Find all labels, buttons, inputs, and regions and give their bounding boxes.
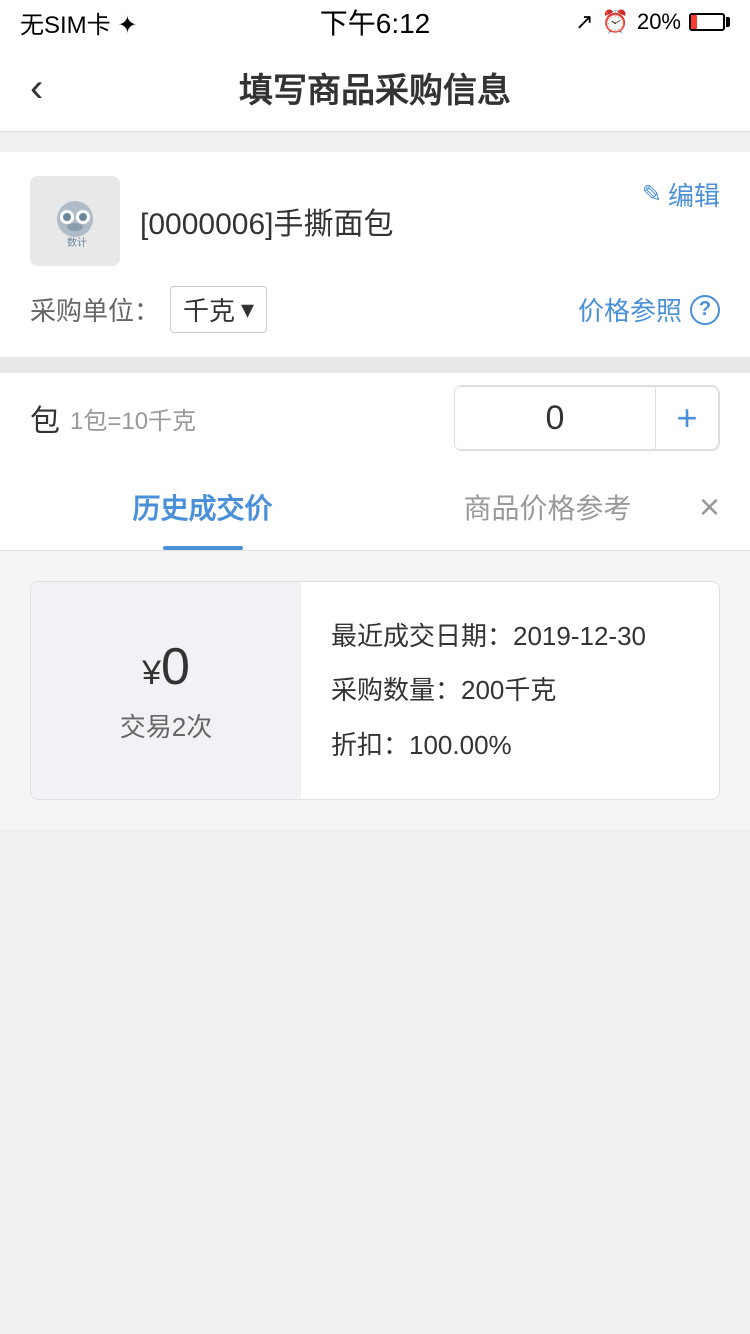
product-unit-row: 采购单位： 千克 ▾ 价格参照 ? (30, 286, 720, 333)
product-image: 数计 (30, 176, 120, 266)
product-name: [0000006]手撕面包 (140, 199, 393, 243)
purchase-quantity-row: 采购数量：200千克 (331, 672, 689, 708)
unit-select[interactable]: 千克 ▾ (170, 286, 267, 333)
qty-unit-conversion: 1包=10千克 (70, 401, 196, 436)
product-header: 数计 [0000006]手撕面包 ✎ 编辑 (30, 176, 720, 266)
recent-date-label: 最近成交日期： (331, 621, 513, 651)
product-card: 数计 [0000006]手撕面包 ✎ 编辑 采购单位： 千克 ▾ 价格参照 ? (0, 152, 750, 357)
status-time: 下午6:12 (320, 2, 431, 42)
qty-input[interactable] (455, 386, 655, 450)
quantity-row: 包 1包=10千克 + (0, 373, 750, 463)
carrier-text: 无SIM卡 ✦ (20, 5, 137, 40)
recent-date-value: 2019-12-30 (513, 621, 646, 651)
product-logo-icon: 数计 (45, 191, 105, 251)
battery-icon (689, 13, 730, 31)
trade-count: 交易2次 (120, 707, 212, 744)
discount-label: 折扣： (331, 730, 409, 760)
recent-date-row: 最近成交日期：2019-12-30 (331, 618, 689, 654)
history-price: ¥0 (142, 637, 190, 697)
tab-history-price[interactable]: 历史成交价 (30, 463, 375, 550)
unit-label: 采购单位： (30, 291, 160, 328)
location-icon: ↗ (575, 9, 593, 35)
tab-price-ref[interactable]: 商品价格参考 (375, 463, 720, 550)
alarm-icon: ⏰ (602, 9, 629, 35)
tab-price-ref-label: 商品价格参考 (463, 487, 631, 527)
qty-unit-info: 包 1包=10千克 (30, 396, 196, 440)
product-left: 数计 [0000006]手撕面包 (30, 176, 393, 266)
discount-row: 折扣：100.00% (331, 727, 689, 763)
edit-icon: ✎ (642, 180, 662, 209)
history-card-right: 最近成交日期：2019-12-30 采购数量：200千克 折扣：100.00% (301, 582, 719, 799)
yen-symbol: ¥ (142, 654, 161, 692)
status-left: 无SIM卡 ✦ (20, 5, 137, 40)
tab-underline (163, 546, 243, 550)
unit-value: 千克 (183, 291, 235, 328)
purchase-qty-label: 采购数量： (331, 675, 461, 705)
status-right: ↗ ⏰ 20% (575, 9, 730, 35)
battery-percent: 20% (637, 9, 681, 35)
back-button[interactable]: ‹ (30, 68, 43, 108)
page-title: 填写商品采购信息 (239, 63, 511, 112)
history-card: ¥0 交易2次 最近成交日期：2019-12-30 采购数量：200千克 折扣：… (30, 581, 720, 800)
purchase-qty-value: 200千克 (461, 675, 556, 705)
divider (0, 357, 750, 373)
qty-controls: + (454, 385, 720, 451)
svg-text:数计: 数计 (67, 236, 87, 249)
dropdown-arrow-icon: ▾ (241, 294, 254, 325)
tab-history-label: 历史成交价 (132, 487, 272, 527)
status-bar: 无SIM卡 ✦ 下午6:12 ↗ ⏰ 20% (0, 0, 750, 44)
nav-bar: ‹ 填写商品采购信息 (0, 44, 750, 132)
tabs-panel: 历史成交价 商品价格参考 × ¥0 交易2次 最近成交日期：2019-12-30… (0, 463, 750, 830)
history-content: ¥0 交易2次 最近成交日期：2019-12-30 采购数量：200千克 折扣：… (0, 551, 750, 830)
tab-close-button[interactable]: × (699, 489, 720, 525)
discount-value: 100.00% (409, 730, 512, 760)
price-value: 0 (161, 638, 190, 696)
edit-button[interactable]: ✎ 编辑 (642, 176, 720, 213)
qty-plus-button[interactable]: + (655, 386, 719, 450)
history-card-left: ¥0 交易2次 (31, 582, 301, 799)
help-icon: ? (690, 295, 720, 325)
qty-unit-label: 包 (30, 396, 60, 440)
tabs-header: 历史成交价 商品价格参考 × (0, 463, 750, 551)
price-ref-button[interactable]: 价格参照 ? (578, 291, 720, 328)
edit-label: 编辑 (668, 176, 720, 213)
price-ref-label: 价格参照 (578, 291, 682, 328)
